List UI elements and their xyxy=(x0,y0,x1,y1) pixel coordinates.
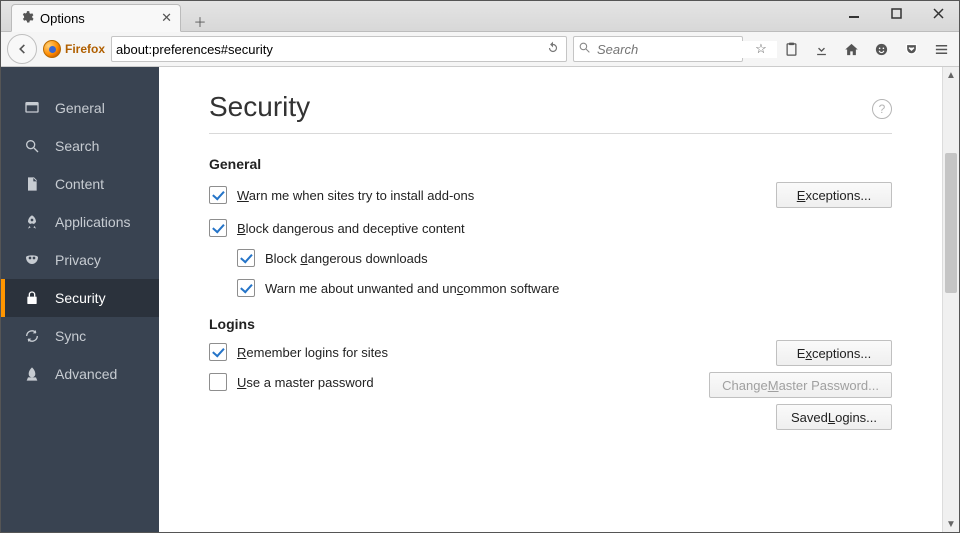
url-bar[interactable] xyxy=(111,36,567,62)
sidebar-item-label: Content xyxy=(55,176,104,192)
label-master-password: Use a master passwordUse a master passwo… xyxy=(237,375,672,390)
site-identity[interactable]: Firefox xyxy=(43,40,105,58)
bookmark-star-icon[interactable]: ☆ xyxy=(749,37,773,61)
row-block-downloads: Block dangerous downloadsBlock dangerous… xyxy=(237,248,892,268)
clipboard-icon[interactable] xyxy=(779,37,803,61)
pocket-icon[interactable] xyxy=(899,37,923,61)
sidebar-item-label: Security xyxy=(55,290,106,306)
checkbox-master-password[interactable] xyxy=(209,373,227,391)
help-icon[interactable]: ? xyxy=(872,99,892,119)
checkbox-warn-unwanted[interactable] xyxy=(237,279,255,297)
sidebar-item-privacy[interactable]: Privacy xyxy=(1,241,159,279)
sidebar-item-label: Applications xyxy=(55,214,131,230)
exceptions-addons-button[interactable]: Exceptions...Exceptions... xyxy=(776,182,892,208)
back-button[interactable] xyxy=(7,34,37,64)
maximize-button[interactable] xyxy=(875,1,917,25)
firefox-icon xyxy=(43,40,61,58)
section-general: General WWarn me when sites try to insta… xyxy=(209,156,892,298)
close-window-button[interactable] xyxy=(917,1,959,25)
page-title: Security xyxy=(209,91,892,123)
sidebar-item-label: General xyxy=(55,100,105,116)
sidebar-item-label: Search xyxy=(55,138,99,154)
section-heading: Logins xyxy=(209,316,892,332)
exceptions-logins-button[interactable]: Exceptions...Exceptions... xyxy=(776,340,892,366)
label-block-content: Block dangerous and deceptive contentBlo… xyxy=(237,221,892,236)
sidebar-item-general[interactable]: General xyxy=(1,89,159,127)
sidebar-item-label: Privacy xyxy=(55,252,101,268)
scroll-down-arrow[interactable]: ▼ xyxy=(943,516,959,532)
minimize-button[interactable] xyxy=(833,1,875,25)
sidebar-item-content[interactable]: Content xyxy=(1,165,159,203)
mask-icon xyxy=(23,251,41,269)
sync-icon xyxy=(23,327,41,345)
change-master-password-button[interactable]: Change Master Password...Change Master P… xyxy=(709,372,892,398)
section-heading: General xyxy=(209,156,892,172)
tab-options[interactable]: Options ✕ xyxy=(11,4,181,32)
scroll-up-arrow[interactable]: ▲ xyxy=(943,67,959,83)
tab-close-icon[interactable]: ✕ xyxy=(161,10,172,26)
sidebar-item-applications[interactable]: Applications xyxy=(1,203,159,241)
content-area: General Search Content Applications Priv… xyxy=(1,67,959,532)
sidebar-item-sync[interactable]: Sync xyxy=(1,317,159,355)
row-warn-addons: WWarn me when sites try to install add-o… xyxy=(209,182,892,208)
vertical-scrollbar[interactable]: ▲ ▼ xyxy=(942,67,959,532)
content-icon xyxy=(23,175,41,193)
gear-icon xyxy=(20,10,34,27)
preferences-sidebar: General Search Content Applications Priv… xyxy=(1,67,159,532)
label-block-downloads: Block dangerous downloadsBlock dangerous… xyxy=(265,251,892,266)
titlebar: Options ✕ ＋ xyxy=(1,1,959,32)
rocket-icon xyxy=(23,213,41,231)
search-bar[interactable] xyxy=(573,36,743,62)
row-block-content: Block dangerous and deceptive contentBlo… xyxy=(209,218,892,238)
search-icon xyxy=(23,137,41,155)
label-warn-unwanted: Warn me about unwanted and uncommon soft… xyxy=(265,281,892,296)
preferences-main: ? Security General WWarn me when sites t… xyxy=(159,67,942,532)
navbar: Firefox ☆ xyxy=(1,32,959,67)
row-warn-unwanted: Warn me about unwanted and uncommon soft… xyxy=(237,278,892,298)
new-tab-button[interactable]: ＋ xyxy=(187,10,213,32)
sidebar-item-security[interactable]: Security xyxy=(1,279,159,317)
sidebar-item-label: Advanced xyxy=(55,366,117,382)
sidebar-item-label: Sync xyxy=(55,328,86,344)
divider xyxy=(209,133,892,134)
checkbox-warn-addons[interactable] xyxy=(209,186,227,204)
home-icon[interactable] xyxy=(839,37,863,61)
advanced-icon xyxy=(23,365,41,383)
reload-icon[interactable] xyxy=(546,41,560,58)
checkbox-block-content[interactable] xyxy=(209,219,227,237)
menu-icon[interactable] xyxy=(929,37,953,61)
general-icon xyxy=(23,99,41,117)
window-controls xyxy=(833,1,959,25)
saved-logins-button[interactable]: Saved Logins...Saved Logins... xyxy=(776,404,892,430)
url-input[interactable] xyxy=(112,37,540,61)
tab-title: Options xyxy=(40,11,85,26)
downloads-icon[interactable] xyxy=(809,37,833,61)
tab-strip: Options ✕ ＋ xyxy=(11,2,213,32)
search-icon xyxy=(578,41,591,57)
sidebar-item-advanced[interactable]: Advanced xyxy=(1,355,159,393)
browser-window: Options ✕ ＋ Firefox xyxy=(0,0,960,533)
checkbox-remember-logins[interactable] xyxy=(209,343,227,361)
label-remember-logins: Remember logins for sitesRemember logins… xyxy=(237,345,672,360)
smile-icon[interactable] xyxy=(869,37,893,61)
identity-label: Firefox xyxy=(65,42,105,56)
sidebar-item-search[interactable]: Search xyxy=(1,127,159,165)
section-logins: Logins Remember logins for sitesRemember… xyxy=(209,316,892,412)
label-warn-addons: WWarn me when sites try to install add-o… xyxy=(237,188,776,203)
scroll-thumb[interactable] xyxy=(945,153,957,293)
lock-icon xyxy=(23,289,41,307)
checkbox-block-downloads[interactable] xyxy=(237,249,255,267)
